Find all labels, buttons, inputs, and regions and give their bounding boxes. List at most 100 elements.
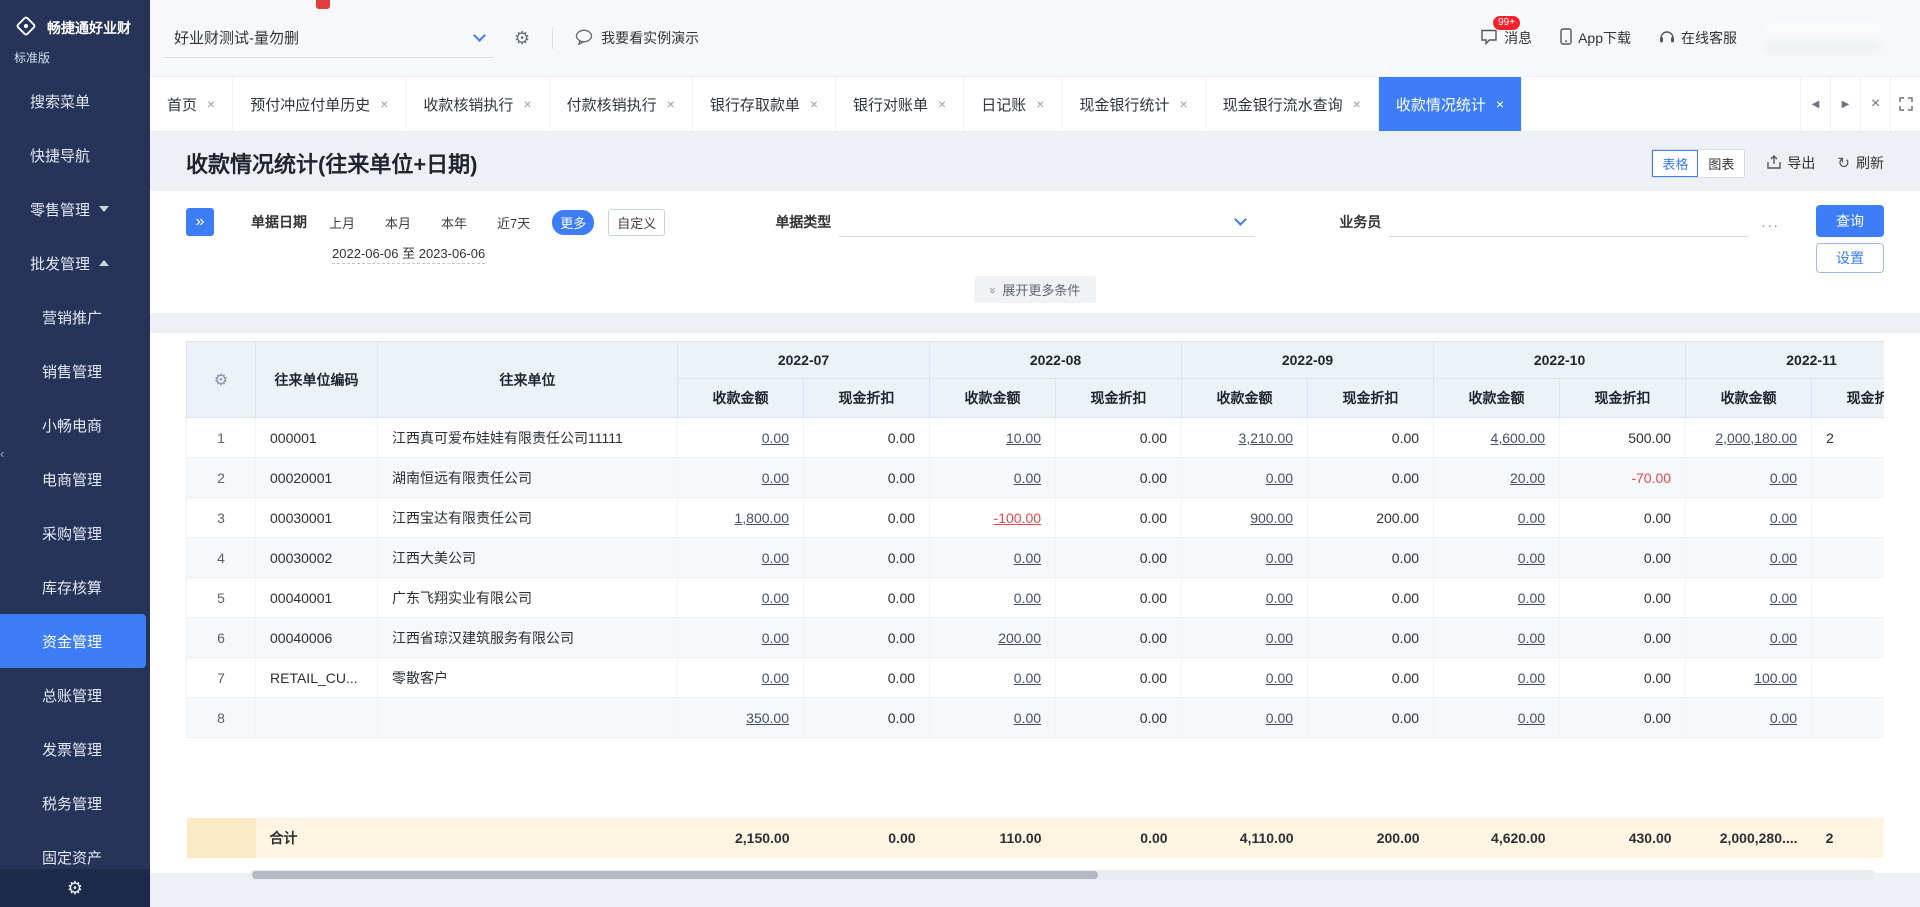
amount-link[interactable]: 0.00: [762, 430, 789, 446]
sidebar-item-2[interactable]: 零售管理: [0, 182, 150, 236]
amount-link[interactable]: 10.00: [1006, 430, 1041, 446]
table-row[interactable]: 1 000001 江西真可爱布娃娃有限责任公司11111 0.00 0.00 10.00 0…: [186, 417, 1884, 458]
query-button[interactable]: 查询: [1816, 205, 1884, 237]
close-icon[interactable]: ×: [810, 96, 818, 112]
amount-link[interactable]: 0.00: [1770, 630, 1797, 646]
sidebar-item-8[interactable]: 采购管理: [0, 506, 150, 560]
amount-link[interactable]: 0.00: [1266, 710, 1293, 726]
close-icon[interactable]: ×: [207, 96, 215, 112]
amount-link[interactable]: 0.00: [1014, 550, 1041, 566]
amount-link[interactable]: 1,800.00: [735, 510, 790, 526]
view-chart-button[interactable]: 图表: [1698, 149, 1745, 177]
amount-link[interactable]: -100.00: [994, 510, 1041, 526]
amount-link[interactable]: 0.00: [1770, 470, 1797, 486]
export-button[interactable]: 导出: [1767, 153, 1815, 173]
salesman-input[interactable]: [1389, 207, 1750, 237]
gear-icon[interactable]: ⚙: [214, 372, 228, 389]
close-icon[interactable]: ×: [380, 96, 388, 112]
table-row[interactable]: 4 00030002 江西大美公司 0.00 0.00 0.00 0.00 0.00 0.00 0…: [186, 537, 1884, 578]
expand-more-conditions-button[interactable]: » 展开更多条件: [973, 276, 1097, 303]
sidebar-item-4[interactable]: 营销推广: [0, 290, 150, 344]
amount-link[interactable]: 0.00: [1518, 630, 1545, 646]
expand-filter-panel-button[interactable]: »: [186, 208, 214, 236]
messages-button[interactable]: 99+ 消息: [1480, 15, 1532, 48]
fullscreen-icon[interactable]: [1890, 77, 1920, 131]
tab-7[interactable]: 现金银行统计 ×: [1062, 77, 1206, 131]
sidebar-item-11[interactable]: 总账管理: [0, 668, 150, 722]
sidebar-item-12[interactable]: 发票管理: [0, 722, 150, 776]
table-row[interactable]: 8 350.00 0.00 0.00 0.00 0.00 0.00 0.00 0.00 0.00: [186, 697, 1884, 738]
amount-link[interactable]: 0.00: [1770, 710, 1797, 726]
online-service-button[interactable]: 在线客服: [1659, 28, 1737, 48]
date-range-value[interactable]: 2022-06-06 至 2023-06-06: [332, 246, 486, 264]
amount-link[interactable]: 0.00: [762, 550, 789, 566]
gear-icon[interactable]: ⚙: [514, 28, 530, 49]
demo-link[interactable]: 我要看实例演示: [575, 28, 699, 48]
close-icon[interactable]: ×: [1179, 96, 1187, 112]
table-row[interactable]: 5 00040001 广东飞翔实业有限公司 0.00 0.00 0.00 0.00 0.00 0…: [186, 577, 1884, 618]
tab-4[interactable]: 银行存取款单 ×: [693, 77, 837, 131]
tabs-next-button[interactable]: ▶: [1830, 77, 1860, 131]
amount-link[interactable]: 3,210.00: [1239, 430, 1294, 446]
range-pill-1[interactable]: 本月: [377, 210, 419, 235]
sidebar-item-3[interactable]: 批发管理: [0, 236, 150, 290]
column-settings-cell[interactable]: ⚙: [186, 341, 256, 418]
settings-button[interactable]: 设置: [1816, 243, 1884, 273]
amount-link[interactable]: 2,000,180.00: [1715, 430, 1797, 446]
sidebar-item-0[interactable]: 搜索菜单: [0, 74, 150, 128]
amount-link[interactable]: 0.00: [762, 670, 789, 686]
amount-link[interactable]: 0.00: [1770, 590, 1797, 606]
tab-0[interactable]: 首页 ×: [150, 77, 234, 131]
amount-link[interactable]: 0.00: [1518, 550, 1545, 566]
amount-link[interactable]: 0.00: [762, 470, 789, 486]
range-pill-5[interactable]: 自定义: [608, 208, 666, 236]
amount-link[interactable]: 0.00: [1266, 630, 1293, 646]
tabs-close-all-button[interactable]: ×: [1860, 77, 1890, 131]
amount-link[interactable]: 100.00: [1754, 670, 1797, 686]
amount-link[interactable]: 4,600.00: [1491, 430, 1546, 446]
app-download-button[interactable]: App下载: [1560, 28, 1631, 48]
amount-link[interactable]: 0.00: [1266, 550, 1293, 566]
amount-link[interactable]: 0.00: [1770, 510, 1797, 526]
amount-link[interactable]: 350.00: [746, 710, 789, 726]
amount-link[interactable]: 0.00: [1770, 550, 1797, 566]
amount-link[interactable]: 0.00: [1014, 710, 1041, 726]
range-pill-2[interactable]: 本年: [433, 210, 475, 235]
amount-link[interactable]: 0.00: [1266, 670, 1293, 686]
range-pill-4[interactable]: 更多: [552, 209, 595, 235]
table-row[interactable]: 3 00030001 江西宝达有限责任公司 1,800.00 0.00 -100.00 0.…: [186, 497, 1884, 538]
range-pill-3[interactable]: 近7天: [489, 210, 538, 235]
close-icon[interactable]: ×: [938, 96, 946, 112]
sidebar-item-1[interactable]: 快捷导航: [0, 128, 150, 182]
sidebar-item-7[interactable]: 电商管理: [0, 452, 150, 506]
tab-3[interactable]: 付款核销执行 ×: [550, 77, 693, 131]
amount-link[interactable]: 0.00: [1266, 470, 1293, 486]
table-row[interactable]: 7 RETAIL_CU... 零散客户 0.00 0.00 0.00 0.00 0.00 0.0…: [186, 657, 1884, 698]
amount-link[interactable]: 0.00: [1014, 590, 1041, 606]
salesman-more-button[interactable]: ...: [1761, 214, 1780, 231]
tabs-prev-button[interactable]: ◀: [1800, 77, 1830, 131]
sidebar-item-6[interactable]: 小畅电商: [0, 398, 150, 452]
amount-link[interactable]: 0.00: [762, 590, 789, 606]
tab-5[interactable]: 银行对账单 ×: [836, 77, 965, 131]
tab-9[interactable]: 收款情况统计 ×: [1378, 77, 1523, 131]
close-icon[interactable]: ×: [1036, 96, 1044, 112]
sidebar-item-13[interactable]: 税务管理: [0, 776, 150, 830]
sidebar-item-9[interactable]: 库存核算: [0, 560, 150, 614]
amount-link[interactable]: 0.00: [1518, 590, 1545, 606]
amount-link[interactable]: 0.00: [1266, 590, 1293, 606]
amount-link[interactable]: 900.00: [1250, 510, 1293, 526]
view-table-button[interactable]: 表格: [1652, 149, 1699, 177]
refresh-button[interactable]: ↻ 刷新: [1837, 153, 1884, 173]
amount-link[interactable]: 20.00: [1510, 470, 1545, 486]
horizontal-scrollbar[interactable]: [250, 869, 1876, 880]
sidebar-item-5[interactable]: 销售管理: [0, 344, 150, 398]
close-icon[interactable]: ×: [1496, 96, 1504, 112]
tab-8[interactable]: 现金银行流水查询 ×: [1206, 77, 1379, 131]
table-row[interactable]: 2 00020001 湖南恒远有限责任公司 0.00 0.00 0.00 0.00 0.00 0…: [186, 457, 1884, 498]
user-name-blurred[interactable]: [1765, 24, 1880, 52]
org-selector[interactable]: 好业财测试-量勿删: [164, 18, 494, 58]
amount-link[interactable]: 0.00: [1518, 670, 1545, 686]
sidebar-collapse-handle[interactable]: ‹: [0, 438, 12, 468]
tab-2[interactable]: 收款核销执行 ×: [406, 77, 550, 131]
